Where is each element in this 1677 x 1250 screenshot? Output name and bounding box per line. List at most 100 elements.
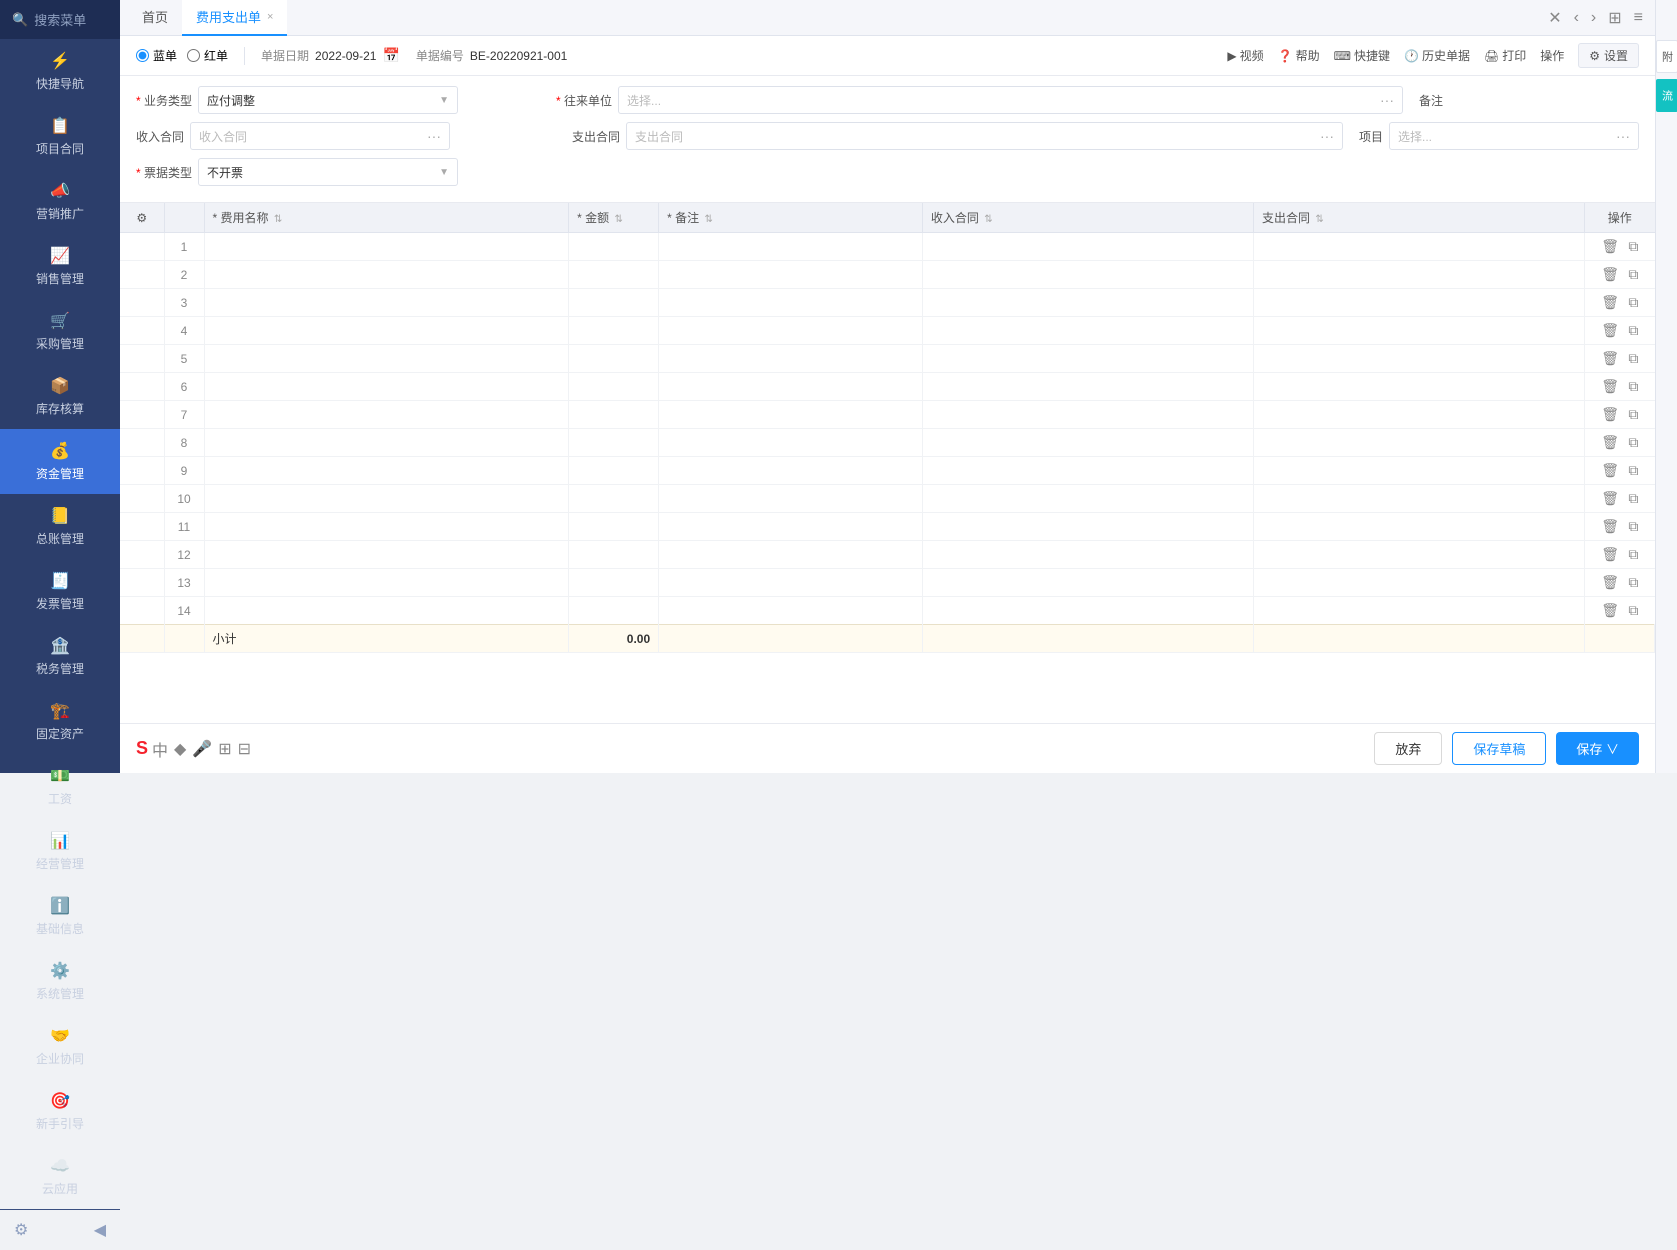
- copy-row-8-button[interactable]: ⧉: [1625, 434, 1641, 451]
- td-remark-5[interactable]: [659, 345, 923, 373]
- td-expense-contract-6[interactable]: [1253, 373, 1584, 401]
- copy-row-2-button[interactable]: ⧉: [1625, 266, 1641, 283]
- td-amount-13[interactable]: [569, 569, 659, 597]
- tab-next-button[interactable]: ›: [1587, 7, 1600, 29]
- tab-home[interactable]: 首页: [128, 0, 182, 36]
- th-expense-name[interactable]: * 费用名称 ⇅: [204, 203, 569, 233]
- expense-contract-input[interactable]: 支出合同 ···: [626, 122, 1343, 150]
- brand-icon-5[interactable]: ⊟: [238, 739, 251, 759]
- td-remark-2[interactable]: [659, 261, 923, 289]
- td-amount-2[interactable]: [569, 261, 659, 289]
- td-amount-7[interactable]: [569, 401, 659, 429]
- income-contract-more-icon[interactable]: ···: [427, 128, 441, 144]
- th-remark[interactable]: * 备注 ⇅: [659, 203, 923, 233]
- sidebar-item-tax-mgmt[interactable]: 🏦 税务管理: [0, 624, 120, 689]
- operate-link[interactable]: 操作: [1540, 47, 1564, 64]
- sidebar-item-project-contract[interactable]: 📋 项目合同: [0, 104, 120, 169]
- expense-contract-more-icon[interactable]: ···: [1320, 128, 1334, 144]
- td-expense-name-10[interactable]: [204, 485, 569, 513]
- sidebar-item-ledger[interactable]: 📒 总账管理: [0, 494, 120, 559]
- copy-row-12-button[interactable]: ⧉: [1625, 546, 1641, 563]
- blue-single-radio[interactable]: 蓝单: [136, 47, 177, 64]
- delete-row-12-button[interactable]: 🗑: [1598, 546, 1622, 563]
- video-link[interactable]: ▶ 视频: [1227, 47, 1263, 64]
- td-amount-6[interactable]: [569, 373, 659, 401]
- td-expense-contract-5[interactable]: [1253, 345, 1584, 373]
- copy-row-4-button[interactable]: ⧉: [1625, 322, 1641, 339]
- counter-party-more-icon[interactable]: ···: [1380, 92, 1394, 108]
- td-income-contract-8[interactable]: [922, 429, 1253, 457]
- td-expense-contract-14[interactable]: [1253, 597, 1584, 625]
- help-link[interactable]: ❓ 帮助: [1278, 47, 1320, 64]
- sidebar-item-purchase-mgmt[interactable]: 🛒 采购管理: [0, 299, 120, 364]
- sidebar-item-fixed-assets[interactable]: 🏗️ 固定资产: [0, 689, 120, 754]
- td-expense-contract-9[interactable]: [1253, 457, 1584, 485]
- sidebar-item-ops-mgmt[interactable]: 📊 经营管理: [0, 819, 120, 884]
- delete-row-2-button[interactable]: 🗑: [1598, 266, 1622, 283]
- td-amount-14[interactable]: [569, 597, 659, 625]
- td-expense-contract-13[interactable]: [1253, 569, 1584, 597]
- td-expense-name-12[interactable]: [204, 541, 569, 569]
- delete-row-6-button[interactable]: 🗑: [1598, 378, 1622, 395]
- td-expense-name-7[interactable]: [204, 401, 569, 429]
- td-expense-contract-10[interactable]: [1253, 485, 1584, 513]
- td-expense-contract-7[interactable]: [1253, 401, 1584, 429]
- td-amount-9[interactable]: [569, 457, 659, 485]
- right-tab-flow[interactable]: 流: [1656, 79, 1677, 112]
- td-remark-6[interactable]: [659, 373, 923, 401]
- copy-row-3-button[interactable]: ⧉: [1625, 294, 1641, 311]
- discard-button[interactable]: 放弃: [1374, 732, 1442, 765]
- brand-icon-1[interactable]: 中: [152, 737, 168, 761]
- tab-grid-view-button[interactable]: ⊞: [1604, 6, 1625, 30]
- td-expense-name-11[interactable]: [204, 513, 569, 541]
- brand-icon-4[interactable]: ⊞: [218, 739, 231, 759]
- td-expense-contract-1[interactable]: [1253, 233, 1584, 261]
- sidebar-item-payroll[interactable]: 💵 工资: [0, 754, 120, 819]
- save-button[interactable]: 保存 ∨: [1556, 732, 1639, 765]
- income-contract-input[interactable]: 收入合同 ···: [190, 122, 450, 150]
- copy-row-7-button[interactable]: ⧉: [1625, 406, 1641, 423]
- delete-row-4-button[interactable]: 🗑: [1598, 322, 1622, 339]
- delete-row-3-button[interactable]: 🗑: [1598, 294, 1622, 311]
- td-remark-13[interactable]: [659, 569, 923, 597]
- tab-close-button[interactable]: ✕: [1544, 6, 1565, 30]
- sidebar-item-marketing[interactable]: 📣 营销推广: [0, 169, 120, 234]
- shortcut-link[interactable]: ⌨ 快捷键: [1334, 47, 1390, 64]
- tab-prev-button[interactable]: ‹: [1570, 7, 1583, 29]
- tab-list-view-button[interactable]: ≡: [1630, 7, 1647, 29]
- project-more-icon[interactable]: ···: [1616, 128, 1630, 144]
- copy-row-5-button[interactable]: ⧉: [1625, 350, 1641, 367]
- td-remark-9[interactable]: [659, 457, 923, 485]
- save-draft-button[interactable]: 保存草稿: [1452, 732, 1546, 765]
- td-income-contract-3[interactable]: [922, 289, 1253, 317]
- td-remark-7[interactable]: [659, 401, 923, 429]
- delete-row-5-button[interactable]: 🗑: [1598, 350, 1622, 367]
- delete-row-9-button[interactable]: 🗑: [1598, 462, 1622, 479]
- td-amount-8[interactable]: [569, 429, 659, 457]
- delete-row-7-button[interactable]: 🗑: [1598, 406, 1622, 423]
- print-link[interactable]: 🖨 打印: [1484, 47, 1526, 64]
- copy-row-10-button[interactable]: ⧉: [1625, 490, 1641, 507]
- td-amount-10[interactable]: [569, 485, 659, 513]
- td-income-contract-7[interactable]: [922, 401, 1253, 429]
- th-income-contract[interactable]: 收入合同 ⇅: [922, 203, 1253, 233]
- counter-party-input[interactable]: 选择... ···: [618, 86, 1403, 114]
- delete-row-11-button[interactable]: 🗑: [1598, 518, 1622, 535]
- calendar-icon[interactable]: 📅: [382, 47, 399, 64]
- settings-icon[interactable]: ⚙: [14, 1220, 28, 1240]
- th-amount[interactable]: * 金额 ⇅: [569, 203, 659, 233]
- sidebar-search[interactable]: 🔍 搜索菜单: [0, 0, 120, 39]
- th-gear[interactable]: ⚙: [120, 203, 164, 233]
- td-expense-contract-12[interactable]: [1253, 541, 1584, 569]
- sidebar-item-basic-info[interactable]: ℹ️ 基础信息: [0, 884, 120, 949]
- td-expense-name-5[interactable]: [204, 345, 569, 373]
- td-income-contract-14[interactable]: [922, 597, 1253, 625]
- td-amount-4[interactable]: [569, 317, 659, 345]
- right-tab-attachment[interactable]: 附: [1656, 40, 1677, 73]
- volume-icon[interactable]: ◀: [94, 1220, 106, 1240]
- copy-row-13-button[interactable]: ⧉: [1625, 574, 1641, 591]
- sidebar-item-invoice-mgmt[interactable]: 🧾 发票管理: [0, 559, 120, 624]
- brand-icon-2[interactable]: ◆: [174, 739, 186, 759]
- delete-row-1-button[interactable]: 🗑: [1598, 238, 1622, 255]
- td-expense-name-8[interactable]: [204, 429, 569, 457]
